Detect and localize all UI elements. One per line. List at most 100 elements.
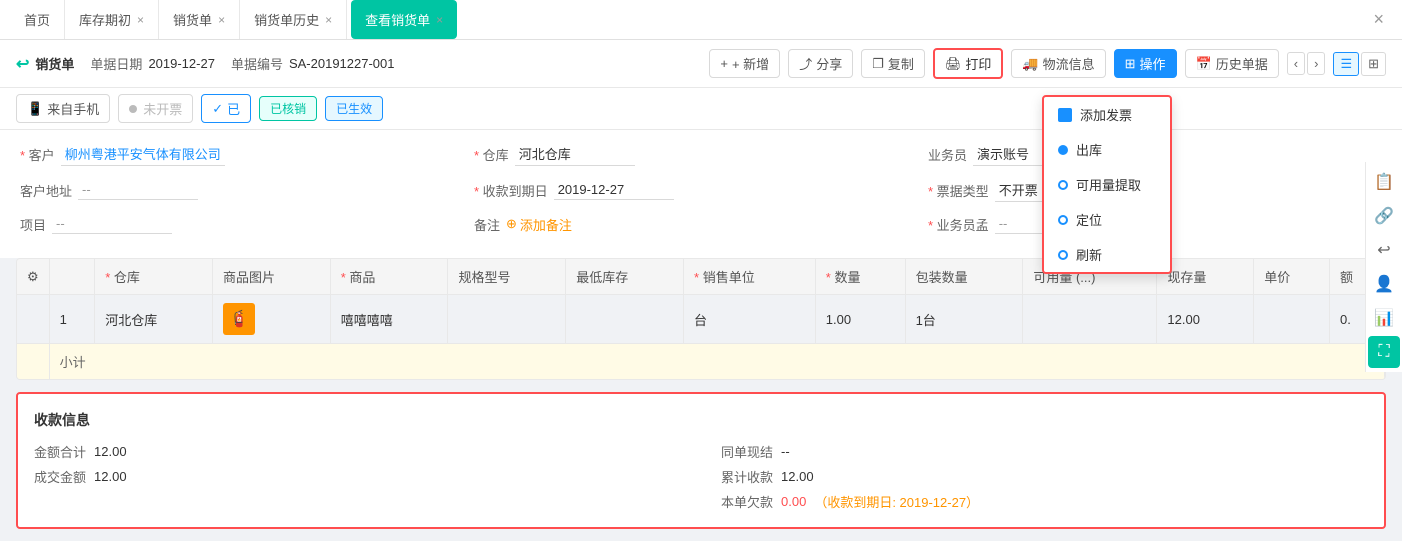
sidebar-icon-5[interactable]: 📊 [1368,302,1400,334]
history-records-button[interactable]: 📅 历史单据 [1185,49,1279,78]
row-unit-price [1254,295,1330,344]
tab-sales-close[interactable]: × [218,13,225,27]
number-value: SA-20191227-001 [289,56,395,71]
tab-sales[interactable]: 销货单 × [159,0,240,39]
row-spec [448,295,566,344]
note-field: 备注 ⊕ 添加备注 [474,215,928,234]
share-button[interactable]: ⤴ 分享 [788,49,853,78]
transaction-amount-label: 成交金额 [34,467,86,486]
row-unit: 台 [684,295,816,344]
address-field: 客户地址 -- [20,180,474,200]
row-product: 嘻嘻嘻嘻 [330,295,448,344]
dropdown-refresh[interactable]: 刷新 [1044,237,1170,272]
copy-button[interactable]: ❐ 复制 [861,49,925,78]
sidebar-icon-1[interactable]: 📋 [1368,166,1400,198]
sidebar-icon-3[interactable]: ↩ [1368,234,1400,266]
cumulative-payment-label: 累计收款 [721,467,773,486]
warehouse-label: 仓库 [474,145,509,164]
share-icon: ⤴ [799,54,812,73]
plus-circle-icon: ⊕ [506,216,517,232]
customer-value[interactable]: 柳州粤港平安气体有限公司 [61,142,225,166]
add-invoice-icon [1058,108,1072,122]
dropdown-add-invoice[interactable]: 添加发票 [1044,97,1170,132]
tab-history-close[interactable]: × [325,13,332,27]
date-label: 单据日期 [90,54,142,73]
list-view-toggle[interactable]: ☰ [1333,52,1359,76]
not-open-icon [129,105,137,113]
new-button[interactable]: + + 新增 [709,49,780,78]
doc-number-meta: 单据编号 SA-20191227-001 [231,54,395,73]
form-row-1: 客户 柳州粤港平安气体有限公司 仓库 河北仓库 业务员 演示账号 [20,142,1382,166]
not-open-button[interactable]: 未开票 [118,94,193,123]
operations-button[interactable]: ⊞ 操作 [1114,49,1177,78]
tab-inventory[interactable]: 库存期初 × [65,0,159,39]
product-thumbnail: 🧯 [223,303,255,335]
effective-badge: 已生效 [325,96,383,121]
tab-home[interactable]: 首页 [10,0,65,39]
unit-price-col-header: 单价 [1254,259,1330,295]
sidebar-icon-4[interactable]: 👤 [1368,268,1400,300]
total-amount-value: 12.00 [94,444,127,459]
data-table: ⚙ 仓库 商品图片 商品 规格型号 最低库存 销售单位 数量 包装数量 可用量 … [17,259,1385,379]
customer-label: 客户 [20,145,55,164]
image-col-header: 商品图片 [212,259,330,295]
tab-view-sales[interactable]: 查看销货单 × [351,0,457,39]
check-button[interactable]: ✓ 已 [201,94,251,123]
tab-history[interactable]: 销货单历史 × [240,0,347,39]
from-phone-button[interactable]: 📱 来自手机 [16,94,110,123]
due-date-label: 收款到期日 [474,181,548,200]
current-owed-item: 本单欠款 0.00 （收款到期日: 2019-12-27） [721,492,1368,511]
print-button[interactable]: 🖨 打印 [933,48,1004,79]
form-row-3: 项目 -- 备注 ⊕ 添加备注 业务员孟 -- [20,214,1382,234]
settings-col-header[interactable]: ⚙ [17,259,49,295]
qty-col-header: 数量 [815,259,905,295]
number-label: 单据编号 [231,54,283,73]
dropdown-locate[interactable]: 定位 [1044,202,1170,237]
dropdown-available-qty[interactable]: 可用量提取 [1044,167,1170,202]
grid-view-toggle[interactable]: ⊞ [1361,52,1386,76]
row-min-stock [566,295,684,344]
payment-title: 收款信息 [34,410,1368,430]
total-amount-item: 金额合计 12.00 [34,442,681,461]
history-icon: 📅 [1196,56,1212,72]
window-close-button[interactable]: × [1365,9,1392,30]
toolbar-row: 📱 来自手机 未开票 ✓ 已 已核销 已生效 [0,88,1402,130]
view-toggles: ☰ ⊞ [1333,52,1386,76]
row-pack-qty: 1台 [905,295,1023,344]
form-area: 客户 柳州粤港平安气体有限公司 仓库 河北仓库 业务员 演示账号 客户地址 --… [0,130,1402,258]
spec-col-header: 规格型号 [448,259,566,295]
next-button[interactable]: › [1307,52,1325,75]
truck-icon: 🚚 [1022,56,1038,72]
pack-qty-col-header: 包装数量 [905,259,1023,295]
payment-grid: 金额合计 12.00 同单现结 -- 成交金额 12.00 累计收款 12.00… [34,442,1368,511]
row-warehouse: 河北仓库 [95,295,213,344]
note-label: 备注 [474,215,500,234]
same-order-item: 同单现结 -- [721,442,1368,461]
sidebar-icon-2[interactable]: 🔗 [1368,200,1400,232]
operations-dropdown: 添加发票 出库 可用量提取 定位 刷新 [1042,95,1172,274]
row-num: 1 [49,295,95,344]
nav-arrows: ‹ › [1287,52,1326,75]
cumulative-payment-value: 12.00 [781,469,814,484]
phone-icon: 📱 [27,101,43,117]
right-sidebar: 📋 🔗 ↩ 👤 📊 ⛶ [1365,162,1402,372]
num-col-header [49,259,95,295]
tab-inventory-close[interactable]: × [137,13,144,27]
logistics-button[interactable]: 🚚 物流信息 [1011,49,1105,78]
form-row-2: 客户地址 -- 收款到期日 2019-12-27 票据类型 不开票 [20,178,1382,202]
doc-date-meta: 单据日期 2019-12-27 [90,54,215,73]
row-current-stock: 12.00 [1157,295,1254,344]
data-table-container: ⚙ 仓库 商品图片 商品 规格型号 最低库存 销售单位 数量 包装数量 可用量 … [16,258,1386,380]
doc-type-icon: ↩ [16,54,29,74]
refresh-icon [1058,250,1068,260]
prev-button[interactable]: ‹ [1287,52,1305,75]
row-qty: 1.00 [815,295,905,344]
total-amount-label: 金额合计 [34,442,86,461]
sidebar-icon-expand[interactable]: ⛶ [1368,336,1400,368]
payment-section: 收款信息 金额合计 12.00 同单现结 -- 成交金额 12.00 累计收款 … [16,392,1386,529]
subtotal-row: 小计 [17,344,1385,380]
add-note-button[interactable]: ⊕ 添加备注 [506,215,572,234]
row-settings [17,295,49,344]
tab-view-sales-close[interactable]: × [436,13,443,27]
dropdown-outbound[interactable]: 出库 [1044,132,1170,167]
